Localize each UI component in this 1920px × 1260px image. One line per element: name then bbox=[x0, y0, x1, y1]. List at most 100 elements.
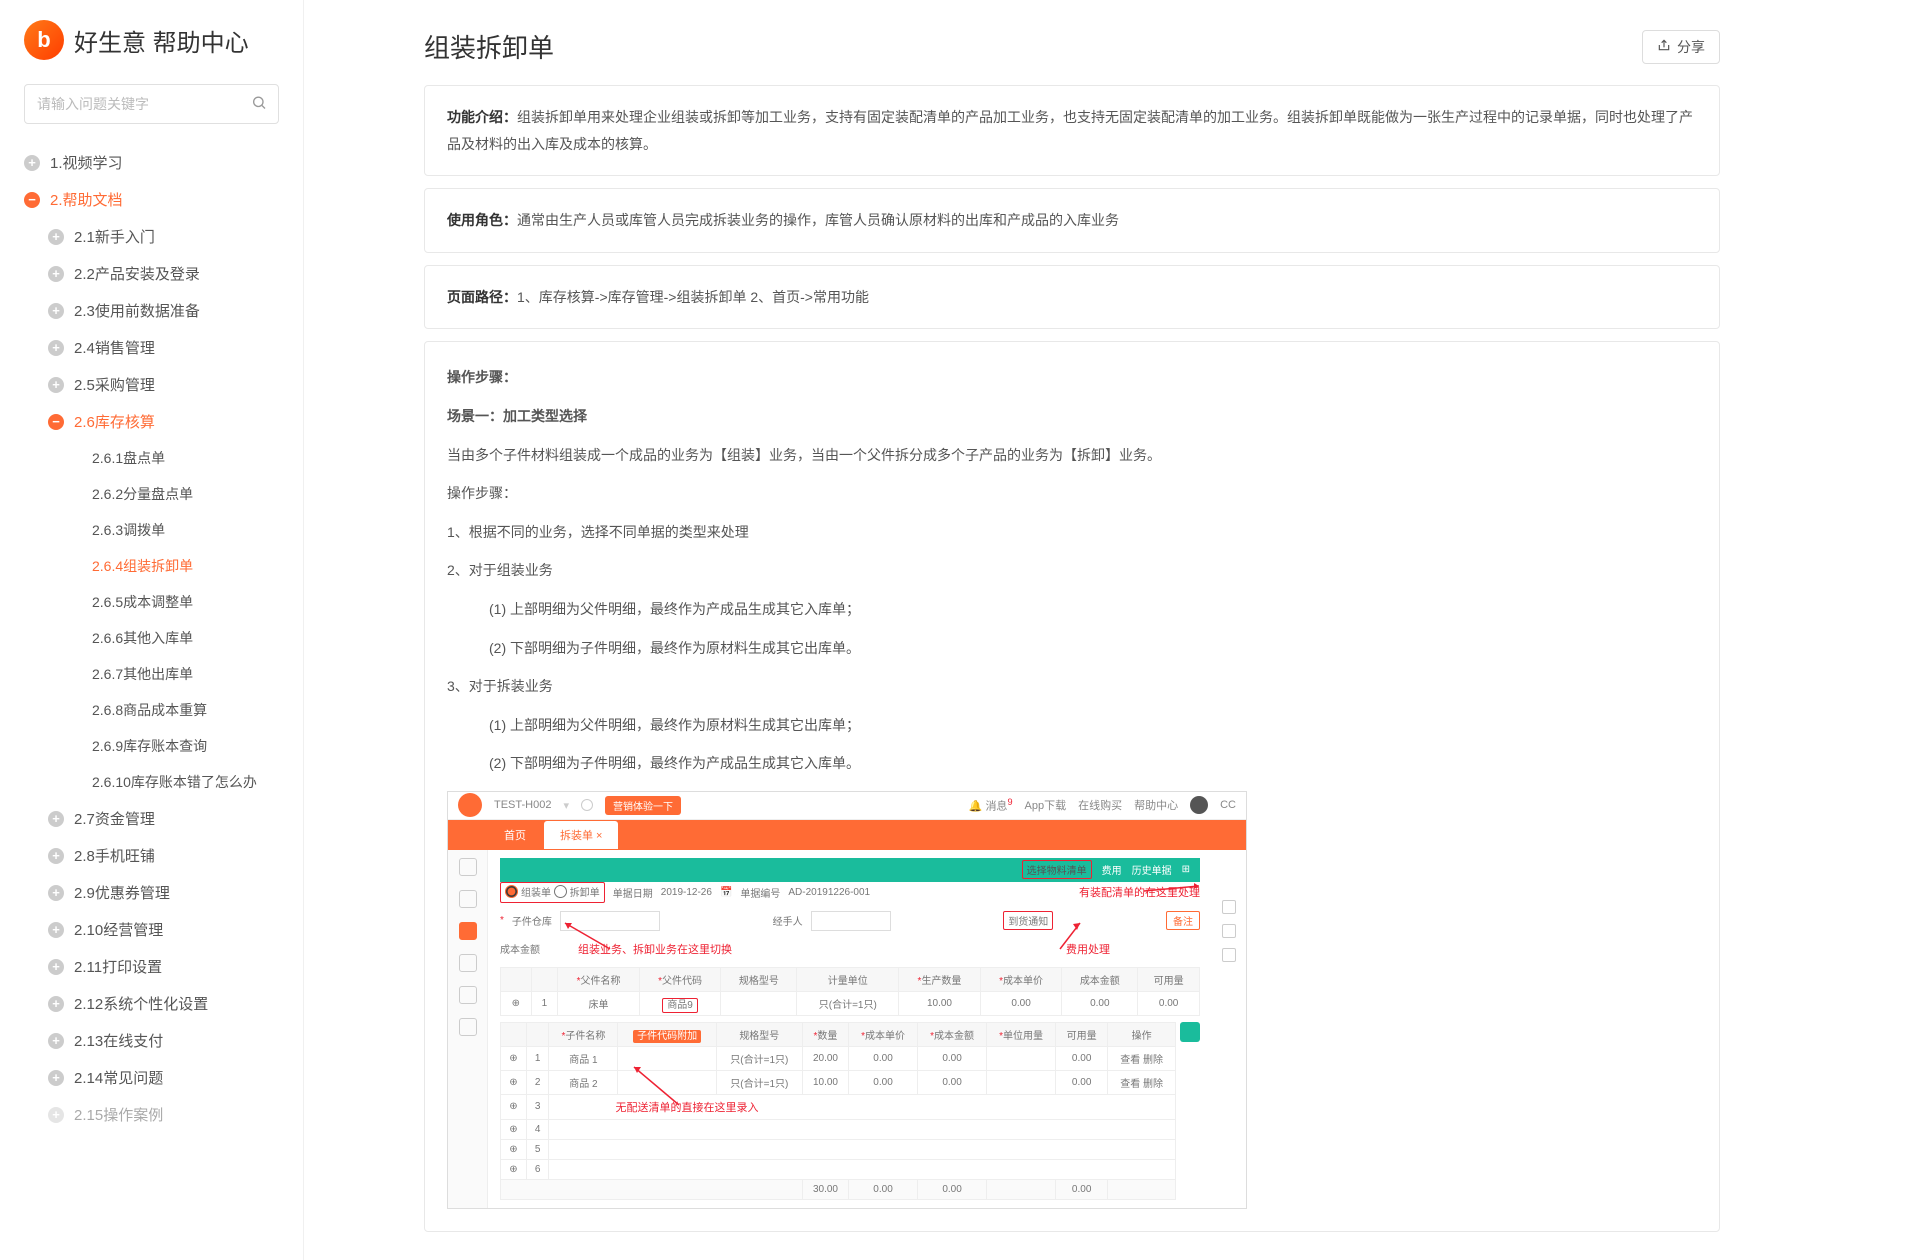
avatar-icon bbox=[1190, 796, 1208, 814]
th-price: 成本单价 bbox=[1003, 976, 1043, 987]
minus-icon bbox=[24, 192, 40, 208]
plus-icon bbox=[48, 1070, 64, 1086]
share-button[interactable]: 分享 bbox=[1642, 30, 1720, 64]
step-2: 2、对于组装业务 bbox=[447, 557, 1697, 584]
expand-icon bbox=[1180, 1022, 1200, 1042]
td-amt: 0.00 bbox=[1062, 991, 1138, 1015]
nav-2-10[interactable]: 2.10经营管理 bbox=[24, 911, 279, 948]
nav-2-6-7[interactable]: 2.6.7其他出库单 bbox=[24, 656, 279, 692]
th-amt: 成本金额 bbox=[1062, 967, 1138, 991]
nav-label: 2.7资金管理 bbox=[74, 808, 155, 829]
nav-2-6-10[interactable]: 2.6.10库存账本错了怎么办 bbox=[24, 764, 279, 800]
tool-icon bbox=[1222, 924, 1236, 938]
nav-2-15[interactable]: 2.15操作案例 bbox=[24, 1096, 279, 1133]
search-icon[interactable] bbox=[251, 95, 267, 114]
ss-nav-icon bbox=[459, 986, 477, 1004]
nav-2-6-5[interactable]: 2.6.5成本调整单 bbox=[24, 584, 279, 620]
nav-label: 2.6.1盘点单 bbox=[92, 448, 165, 468]
ss-buy: 在线购买 bbox=[1078, 797, 1122, 813]
plus-icon bbox=[48, 922, 64, 938]
ss-sub-label: 子件仓库 bbox=[512, 913, 552, 928]
intro-text: 组装拆卸单用来处理企业组装或拆卸等加工业务，支持有固定装配清单的产品加工业务，也… bbox=[447, 109, 1693, 152]
footer-amt: 0.00 bbox=[918, 1179, 987, 1199]
nav-label: 2.15操作案例 bbox=[74, 1104, 163, 1125]
scene-intro: 当由多个子件材料组装成一个成品的业务为【组装】业务，当由一个父件拆分成多个子产品… bbox=[447, 442, 1697, 469]
nav-2-7[interactable]: 2.7资金管理 bbox=[24, 800, 279, 837]
nav-2-2[interactable]: 2.2产品安装及登录 bbox=[24, 255, 279, 292]
ss-tabs: 首页 拆装单 × bbox=[448, 820, 1246, 850]
tool-icon bbox=[1222, 900, 1236, 914]
nav-2-9[interactable]: 2.9优惠券管理 bbox=[24, 874, 279, 911]
th-child-name: 子件名称 bbox=[565, 1031, 605, 1042]
td: 只(合计=1只) bbox=[716, 1046, 802, 1070]
ss-date-label: 单据日期 bbox=[613, 885, 653, 900]
logo-icon: b bbox=[24, 20, 64, 60]
nav-2-8[interactable]: 2.8手机旺铺 bbox=[24, 837, 279, 874]
td: 20.00 bbox=[802, 1046, 848, 1070]
nav-2-6-6[interactable]: 2.6.6其他入库单 bbox=[24, 620, 279, 656]
ss-nav-icon bbox=[459, 954, 477, 972]
td: 0.00 bbox=[1056, 1070, 1108, 1094]
path-box: 页面路径：1、库存核算->库存管理->组装拆卸单 2、首页->常用功能 bbox=[424, 265, 1720, 330]
nav-2-11[interactable]: 2.11打印设置 bbox=[24, 948, 279, 985]
ss-brand-icon bbox=[458, 793, 482, 817]
nav-2-5[interactable]: 2.5采购管理 bbox=[24, 366, 279, 403]
td: 商品 2 bbox=[549, 1070, 618, 1094]
nav-video[interactable]: 1.视频学习 bbox=[24, 144, 279, 181]
footer-qty: 30.00 bbox=[802, 1179, 848, 1199]
nav-label: 2.10经营管理 bbox=[74, 919, 163, 940]
plus-icon bbox=[24, 155, 40, 171]
th-parent-name: 父件名称 bbox=[580, 976, 620, 987]
search-input[interactable] bbox=[24, 84, 279, 124]
nav-label: 2.8手机旺铺 bbox=[74, 845, 155, 866]
action-view: 查看 bbox=[1120, 1079, 1140, 1090]
nav-2-6-4[interactable]: 2.6.4组装拆卸单 bbox=[24, 548, 279, 584]
ss-child-table: *子件名称 子件代码附加 规格型号 *数量 *成本单价 *成本金额 *单位用量 … bbox=[500, 1022, 1176, 1200]
grid-icon: ⊞ bbox=[1182, 864, 1190, 875]
nav-2-6-3[interactable]: 2.6.3调拨单 bbox=[24, 512, 279, 548]
nav-2-13[interactable]: 2.13在线支付 bbox=[24, 1022, 279, 1059]
role-text: 通常由生产人员或库管人员完成拆装业务的操作，库管人员确认原材料的出库和产成品的入… bbox=[517, 212, 1119, 228]
ss-bom-button: 选择物料清单 bbox=[1022, 860, 1092, 879]
ss-backref: 到货通知 bbox=[1003, 911, 1053, 930]
refresh-icon bbox=[581, 799, 593, 811]
ss-nav-icon bbox=[459, 890, 477, 908]
nav-label: 2.6.4组装拆卸单 bbox=[92, 556, 193, 576]
minus-icon bbox=[48, 414, 64, 430]
ss-tab-home: 首页 bbox=[488, 821, 542, 849]
plus-icon bbox=[48, 377, 64, 393]
nav-2-6-2[interactable]: 2.6.2分量盘点单 bbox=[24, 476, 279, 512]
th-spec: 规格型号 bbox=[721, 967, 797, 991]
nav-2-6-1[interactable]: 2.6.1盘点单 bbox=[24, 440, 279, 476]
nav-label: 2.6.6其他入库单 bbox=[92, 628, 193, 648]
role-label: 使用角色： bbox=[447, 212, 517, 228]
tool-icon bbox=[1222, 948, 1236, 962]
td-name: 床单 bbox=[558, 991, 640, 1015]
nav-label: 2.6库存核算 bbox=[74, 411, 155, 432]
nav-2-6-8[interactable]: 2.6.8商品成本重算 bbox=[24, 692, 279, 728]
calendar-icon: 📅 bbox=[720, 887, 732, 898]
td-qty: 10.00 bbox=[899, 991, 981, 1015]
nav-tree: 1.视频学习 2.帮助文档 2.1新手入门 2.2产品安装及登录 2.3使用前数… bbox=[24, 144, 279, 1133]
step-1: 1、根据不同的业务，选择不同单据的类型来处理 bbox=[447, 519, 1697, 546]
nav-2-12[interactable]: 2.12系统个性化设置 bbox=[24, 985, 279, 1022]
nav-label: 2.9优惠券管理 bbox=[74, 882, 170, 903]
plus-icon bbox=[48, 229, 64, 245]
nav-2-4[interactable]: 2.4销售管理 bbox=[24, 329, 279, 366]
nav-label: 2.6.5成本调整单 bbox=[92, 592, 193, 612]
nav-label: 2.2产品安装及登录 bbox=[74, 263, 200, 284]
ss-handler-label: 经手人 bbox=[773, 913, 803, 928]
nav-2-3[interactable]: 2.3使用前数据准备 bbox=[24, 292, 279, 329]
nav-2-14[interactable]: 2.14常见问题 bbox=[24, 1059, 279, 1096]
nav-2-6[interactable]: 2.6库存核算 bbox=[24, 403, 279, 440]
steps-title: 操作步骤： bbox=[447, 364, 1697, 391]
nav-help-docs[interactable]: 2.帮助文档 bbox=[24, 181, 279, 218]
nav-2-1[interactable]: 2.1新手入门 bbox=[24, 218, 279, 255]
step-2-1: (1) 上部明细为父件明细，最终作为产成品生成其它入库单； bbox=[447, 596, 1697, 623]
step-3-2: (2) 下部明细为子件明细，最终作为产成品生成其它入库单。 bbox=[447, 750, 1697, 777]
nav-2-6-9[interactable]: 2.6.9库存账本查询 bbox=[24, 728, 279, 764]
ss-nav-icon bbox=[459, 858, 477, 876]
plus-icon bbox=[48, 1033, 64, 1049]
logo-row: b 好生意 帮助中心 bbox=[24, 20, 279, 60]
th-action: 操作 bbox=[1108, 1022, 1176, 1046]
